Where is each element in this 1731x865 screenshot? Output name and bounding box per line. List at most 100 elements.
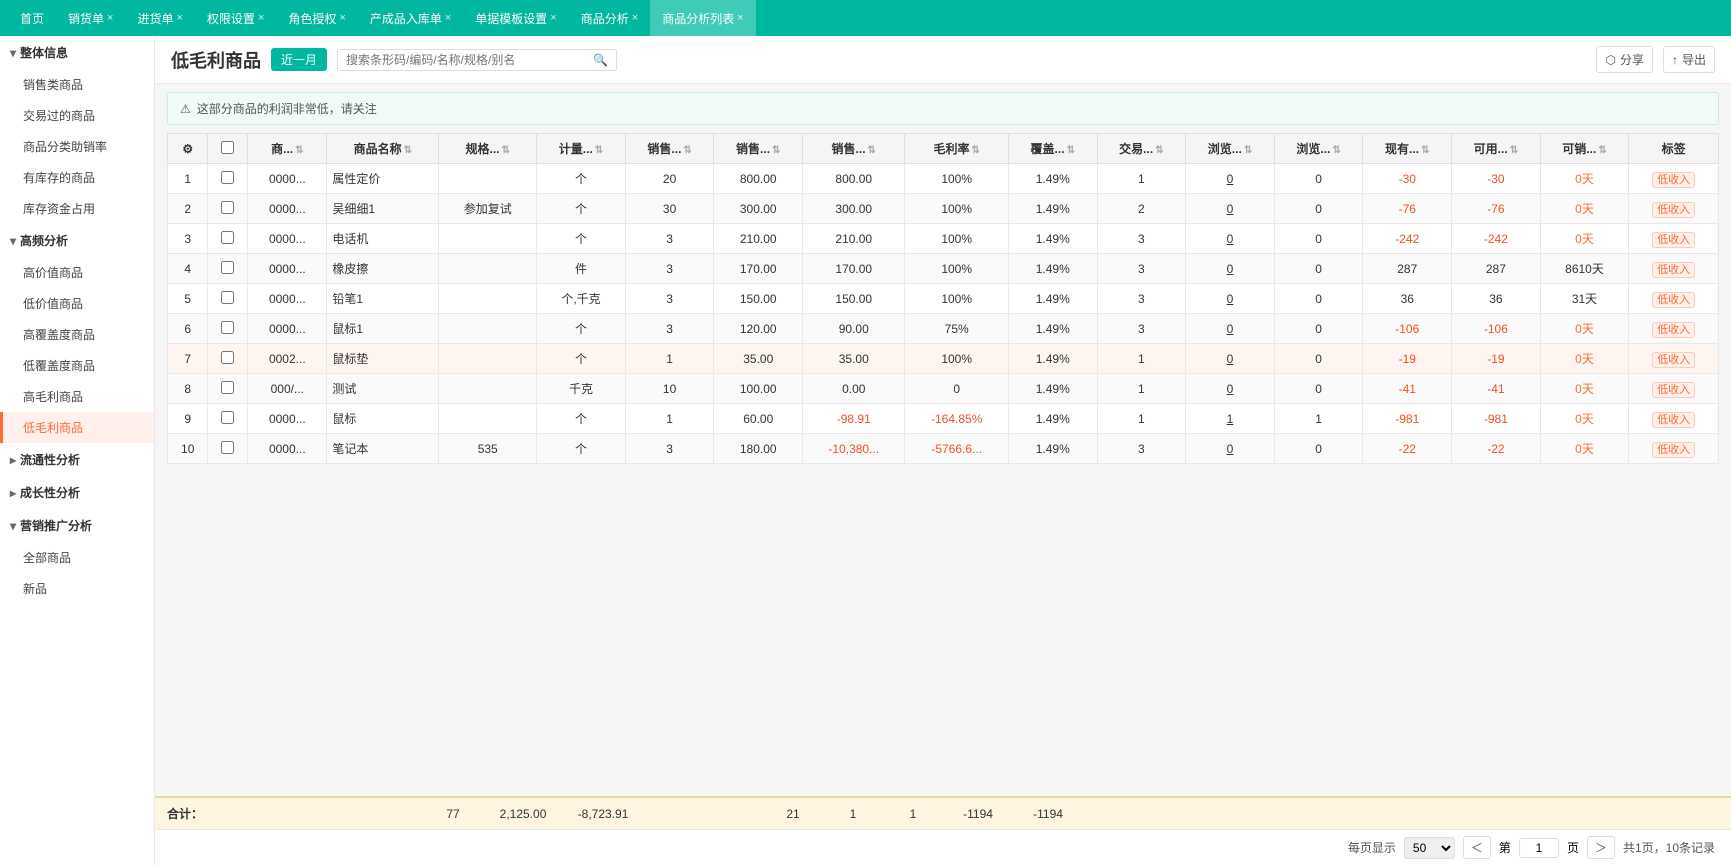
- sidebar-item-traded-goods[interactable]: 交易过的商品: [0, 100, 154, 131]
- share-button[interactable]: ⬡ 分享: [1596, 46, 1653, 73]
- col-checkbox[interactable]: [208, 134, 248, 164]
- row-view1[interactable]: 0: [1186, 194, 1275, 224]
- nav-sales[interactable]: 销货单 ×: [56, 0, 125, 36]
- select-all-checkbox[interactable]: [221, 141, 234, 154]
- row-checkbox[interactable]: [208, 434, 248, 464]
- nav-template[interactable]: 单据模板设置 ×: [463, 0, 568, 36]
- search-icon[interactable]: 🔍: [593, 53, 608, 67]
- col-current-stock[interactable]: 现有...⇅: [1363, 134, 1452, 164]
- row-select-checkbox[interactable]: [221, 411, 234, 424]
- row-checkbox[interactable]: [208, 164, 248, 194]
- row-view1[interactable]: 0: [1186, 254, 1275, 284]
- nav-template-close[interactable]: ×: [550, 12, 556, 24]
- sidebar-item-high-margin[interactable]: 高毛利商品: [0, 381, 154, 412]
- nav-product-analysis[interactable]: 商品分析 ×: [569, 0, 650, 36]
- nav-analysis-list-close[interactable]: ×: [737, 12, 743, 24]
- sidebar-group-marketing[interactable]: ▾ 营销推广分析: [0, 509, 154, 542]
- sidebar-item-new-goods[interactable]: 新品: [0, 573, 154, 604]
- nav-sales-close[interactable]: ×: [107, 12, 113, 24]
- sidebar-item-all-goods[interactable]: 全部商品: [0, 542, 154, 573]
- col-coverage[interactable]: 覆盖...⇅: [1008, 134, 1097, 164]
- nav-permissions-close[interactable]: ×: [258, 12, 264, 24]
- nav-role-close[interactable]: ×: [339, 12, 345, 24]
- row-sellable: 0天: [1540, 374, 1629, 404]
- sidebar-item-high-coverage[interactable]: 高覆盖度商品: [0, 319, 154, 350]
- sidebar-group-overall[interactable]: ▾ 整体信息: [0, 36, 154, 69]
- date-filter-button[interactable]: 近一月: [271, 48, 327, 71]
- col-view1[interactable]: 浏览...⇅: [1186, 134, 1275, 164]
- col-settings[interactable]: ⚙: [168, 134, 208, 164]
- search-input[interactable]: [346, 53, 593, 67]
- row-checkbox[interactable]: [208, 224, 248, 254]
- row-checkbox[interactable]: [208, 284, 248, 314]
- col-name[interactable]: 商品名称⇅: [327, 134, 439, 164]
- sidebar-item-high-value[interactable]: 高价值商品: [0, 257, 154, 288]
- row-select-checkbox[interactable]: [221, 321, 234, 334]
- notice-icon: ⚠: [180, 102, 191, 116]
- nav-role-auth[interactable]: 角色授权 ×: [276, 0, 357, 36]
- arrow-icon-5: ▾: [10, 519, 16, 533]
- row-select-checkbox[interactable]: [221, 381, 234, 394]
- col-sales-amount[interactable]: 销售...⇅: [803, 134, 905, 164]
- row-view1[interactable]: 0: [1186, 434, 1275, 464]
- sidebar-item-low-value[interactable]: 低价值商品: [0, 288, 154, 319]
- nav-product-analysis-list[interactable]: 商品分析列表 ×: [650, 0, 755, 36]
- row-view1[interactable]: 0: [1186, 284, 1275, 314]
- row-checkbox[interactable]: [208, 404, 248, 434]
- row-view1[interactable]: 0: [1186, 344, 1275, 374]
- col-tag[interactable]: 标签: [1629, 134, 1719, 164]
- sidebar-item-category-rate[interactable]: 商品分类助销率: [0, 131, 154, 162]
- row-select-checkbox[interactable]: [221, 291, 234, 304]
- row-view1[interactable]: 0: [1186, 314, 1275, 344]
- col-spec[interactable]: 规格...⇅: [439, 134, 537, 164]
- next-page-button[interactable]: ＞: [1587, 836, 1615, 859]
- col-sales-price[interactable]: 销售...⇅: [714, 134, 803, 164]
- page-input[interactable]: [1519, 838, 1559, 858]
- col-sales-qty[interactable]: 销售...⇅: [625, 134, 714, 164]
- row-checkbox[interactable]: [208, 194, 248, 224]
- row-available: 287: [1452, 254, 1541, 284]
- col-available[interactable]: 可用...⇅: [1452, 134, 1541, 164]
- row-select-checkbox[interactable]: [221, 441, 234, 454]
- nav-home[interactable]: 首页: [8, 0, 56, 36]
- row-select-checkbox[interactable]: [221, 261, 234, 274]
- sidebar-item-sales-goods[interactable]: 销售类商品: [0, 69, 154, 100]
- row-checkbox[interactable]: [208, 374, 248, 404]
- row-checkbox[interactable]: [208, 344, 248, 374]
- row-view1[interactable]: 0: [1186, 224, 1275, 254]
- nav-permissions[interactable]: 权限设置 ×: [195, 0, 276, 36]
- col-unit[interactable]: 计量...⇅: [537, 134, 626, 164]
- row-checkbox[interactable]: [208, 314, 248, 344]
- row-checkbox[interactable]: [208, 254, 248, 284]
- nav-purchase-close[interactable]: ×: [176, 12, 182, 24]
- col-code[interactable]: 商...⇅: [248, 134, 327, 164]
- nav-purchase[interactable]: 进货单 ×: [125, 0, 194, 36]
- sidebar-item-low-margin[interactable]: 低毛利商品: [0, 412, 154, 443]
- prev-page-button[interactable]: ＜: [1463, 836, 1491, 859]
- row-select-checkbox[interactable]: [221, 351, 234, 364]
- row-view1[interactable]: 0: [1186, 164, 1275, 194]
- sidebar-group-growth[interactable]: ▸ 成长性分析: [0, 476, 154, 509]
- nav-product-entry[interactable]: 产成品入库单 ×: [358, 0, 463, 36]
- sidebar-item-stocked-goods[interactable]: 有库存的商品: [0, 162, 154, 193]
- col-deal[interactable]: 交易...⇅: [1097, 134, 1186, 164]
- col-view2[interactable]: 浏览...⇅: [1274, 134, 1363, 164]
- row-select-checkbox[interactable]: [221, 201, 234, 214]
- page-suffix: 页: [1567, 839, 1579, 856]
- row-view1[interactable]: 0: [1186, 374, 1275, 404]
- nav-analysis-close[interactable]: ×: [632, 12, 638, 24]
- row-tag: 低收入: [1629, 374, 1719, 404]
- sidebar-item-low-coverage[interactable]: 低覆盖度商品: [0, 350, 154, 381]
- col-sellable[interactable]: 可销...⇅: [1540, 134, 1629, 164]
- export-button[interactable]: ↑ 导出: [1663, 46, 1715, 73]
- nav-product-close[interactable]: ×: [445, 12, 451, 24]
- page-size-select[interactable]: 50 100: [1404, 837, 1455, 859]
- col-gross-margin[interactable]: 毛利率⇅: [905, 134, 1009, 164]
- row-view1[interactable]: 1: [1186, 404, 1275, 434]
- sidebar-item-stock-funds[interactable]: 库存资金占用: [0, 193, 154, 224]
- search-box[interactable]: 🔍: [337, 49, 617, 71]
- row-select-checkbox[interactable]: [221, 231, 234, 244]
- row-select-checkbox[interactable]: [221, 171, 234, 184]
- sidebar-group-flow[interactable]: ▸ 流通性分析: [0, 443, 154, 476]
- sidebar-group-freq[interactable]: ▾ 高频分析: [0, 224, 154, 257]
